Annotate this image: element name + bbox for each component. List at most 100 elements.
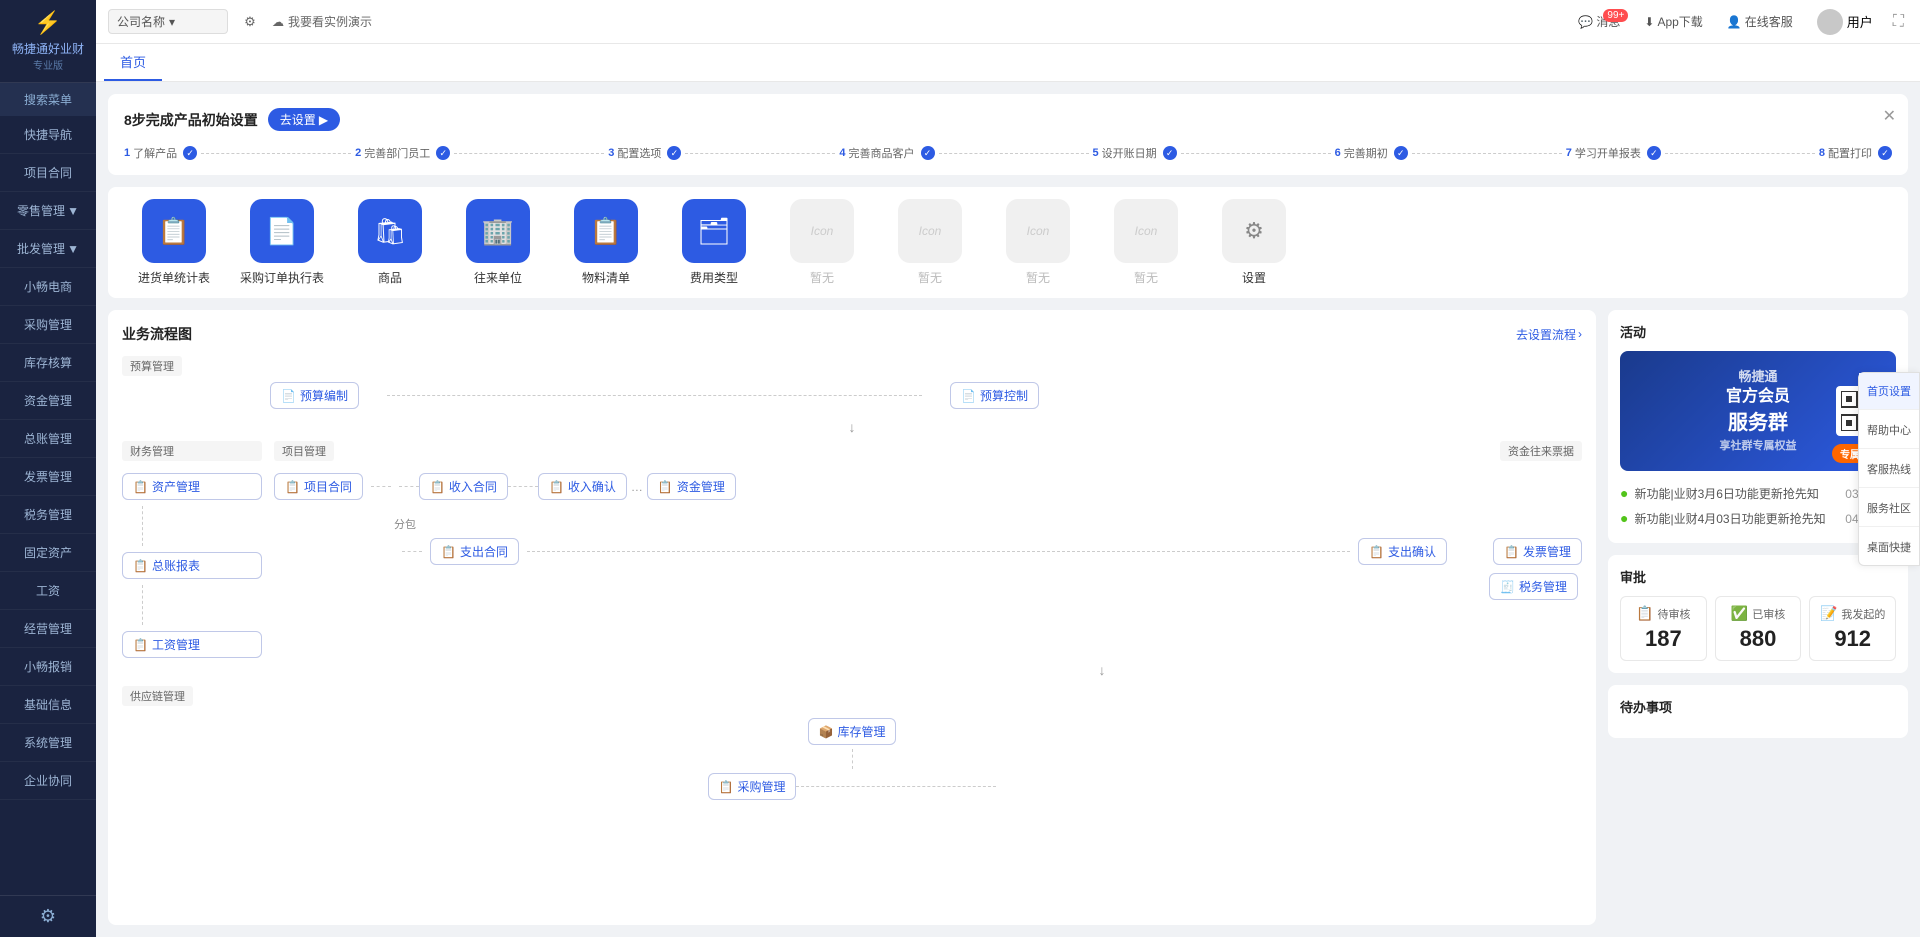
step-5[interactable]: 5 设开账日期 ✓ [1093, 145, 1177, 161]
sidebar-settings-btn[interactable]: ⚙ [0, 895, 96, 937]
approval-stat-done[interactable]: ✅ 已审核 880 [1715, 596, 1802, 661]
step-3[interactable]: 3 配置选项 ✓ [608, 145, 681, 161]
app-download-btn[interactable]: ⬇ App下载 [1636, 9, 1710, 34]
right-quick-help[interactable]: 帮助中心 [1859, 412, 1919, 449]
budget-control-node[interactable]: 📄 预算控制 [950, 382, 1039, 409]
expense-confirm-node[interactable]: 📋 支出确认 [1358, 538, 1447, 565]
right-quick-home-settings[interactable]: 首页设置 [1859, 373, 1919, 410]
sidebar-item-fund[interactable]: 资金管理 [0, 382, 96, 420]
asset-mgmt-node[interactable]: 📋 资产管理 [122, 473, 262, 500]
sidebar-item-quick-nav[interactable]: 快捷导航 [0, 116, 96, 154]
topbar: 公司名称 ▾ ⚙ ☁ 我要看实例演示 💬 消息 99+ ⬇ App下载 👤 在线… [96, 0, 1920, 44]
activity-banner: 畅捷通 官方会员服务群 享社群专属权益 [1620, 351, 1896, 471]
message-btn[interactable]: 💬 消息 99+ [1570, 9, 1628, 34]
empty-icon-4: Icon [1114, 199, 1178, 263]
ledger-report-node[interactable]: 📋 总账报表 [122, 552, 262, 579]
pending-label: 待审核 [1658, 606, 1691, 622]
purchase-mgmt-node[interactable]: 📋 采购管理 [708, 773, 797, 800]
po-exec-icon: 📄 [250, 199, 314, 263]
app-subtitle: 专业版 [33, 57, 63, 72]
empty-label-2: 暂无 [918, 269, 942, 286]
quick-icon-contacts[interactable]: 🏢 往来单位 [448, 199, 548, 286]
stock-mgmt-node[interactable]: 📦 库存管理 [808, 718, 897, 745]
sidebar-item-expense[interactable]: 小畅报销 [0, 648, 96, 686]
right-quick-panel: 首页设置 帮助中心 客服热线 服务社区 桌面快捷 [1858, 372, 1920, 566]
budget-label: 预算管理 [122, 356, 182, 376]
sidebar-item-retail[interactable]: 零售管理 ▼ [0, 192, 96, 230]
quick-icon-purchase-stats[interactable]: 📋 进货单统计表 [124, 199, 224, 286]
right-quick-community[interactable]: 服务社区 [1859, 490, 1919, 527]
sidebar-label: 固定资产 [24, 546, 72, 560]
invoice-mgmt-node[interactable]: 📋 发票管理 [1493, 538, 1582, 565]
quick-icon-expense-type[interactable]: 🗂 费用类型 [664, 199, 764, 286]
approval-stat-mine[interactable]: 📝 我发起的 912 [1809, 596, 1896, 661]
sidebar-item-project[interactable]: 项目合同 [0, 154, 96, 192]
quick-icon-empty-3[interactable]: Icon 暂无 [988, 199, 1088, 286]
income-contract-node[interactable]: 📋 收入合同 [419, 473, 508, 500]
sidebar-item-payroll[interactable]: 工资 [0, 572, 96, 610]
sidebar-item-tax[interactable]: 税务管理 [0, 496, 96, 534]
news-item-2[interactable]: ● 新功能|业财4月03日功能更新抢先知 04月03日 [1620, 506, 1896, 531]
tab-home[interactable]: 首页 [104, 44, 162, 81]
demo-link[interactable]: ☁ 我要看实例演示 [272, 13, 372, 30]
quick-icon-empty-4[interactable]: Icon 暂无 [1096, 199, 1196, 286]
sidebar-item-ecommerce[interactable]: 小畅电商 [0, 268, 96, 306]
user-menu[interactable]: 用户 [1809, 5, 1881, 39]
sidebar-item-inventory[interactable]: 库存核算 [0, 344, 96, 382]
mine-icon: 📝 [1820, 605, 1837, 622]
expand-icon[interactable]: ⛶ [1889, 13, 1908, 31]
expense-icon: 📋 [441, 545, 456, 559]
sidebar-item-enterprise[interactable]: 企业协同 [0, 762, 96, 800]
banner-line2: 官方会员服务群 [1720, 386, 1797, 436]
quick-icon-empty-1[interactable]: Icon 暂无 [772, 199, 872, 286]
sidebar-item-system[interactable]: 系统管理 [0, 724, 96, 762]
quick-icon-po-exec[interactable]: 📄 采购订单执行表 [232, 199, 332, 286]
main-wrapper: 公司名称 ▾ ⚙ ☁ 我要看实例演示 💬 消息 99+ ⬇ App下载 👤 在线… [96, 0, 1920, 937]
two-col-section: 业务流程图 去设置流程 › 预算管理 [108, 310, 1908, 925]
quick-icon-bom[interactable]: 📋 物料清单 [556, 199, 656, 286]
step-4[interactable]: 4 完善商品客户 ✓ [839, 145, 934, 161]
step-8[interactable]: 8 配置打印 ✓ [1819, 145, 1892, 161]
content-area: 8步完成产品初始设置 去设置 ▶ 1 了解产品 ✓ 2 完善部门 [96, 82, 1920, 937]
sidebar-item-wholesale[interactable]: 批发管理 ▼ [0, 230, 96, 268]
sidebar-item-assets[interactable]: 固定资产 [0, 534, 96, 572]
project-contract-node[interactable]: 📋 项目合同 [274, 473, 363, 500]
supply-section: 供应链管理 📦 库存管理 📋 采购管理 [122, 686, 1582, 808]
company-selector[interactable]: 公司名称 ▾ [108, 9, 228, 34]
expense-contract-node[interactable]: 📋 支出合同 [430, 538, 519, 565]
settings-label: 设置 [1242, 269, 1266, 286]
flow-config-link[interactable]: 去设置流程 › [1516, 326, 1582, 343]
setup-go-btn[interactable]: 去设置 ▶ [268, 108, 340, 131]
news-text-2: 新功能|业财4月03日功能更新抢先知 [1634, 510, 1839, 527]
capital-mgmt-node[interactable]: 📋 资金管理 [647, 473, 736, 500]
step-2[interactable]: 2 完善部门员工 ✓ [355, 145, 450, 161]
news-item-1[interactable]: ● 新功能|业财3月6日功能更新抢先知 03月06日 [1620, 481, 1896, 506]
sidebar-label: 发票管理 [24, 470, 72, 484]
step-1[interactable]: 1 了解产品 ✓ [124, 145, 197, 161]
approval-card: 审批 📋 待审核 187 ✅ [1608, 555, 1908, 673]
step-7[interactable]: 7 学习开单报表 ✓ [1566, 145, 1661, 161]
sidebar-item-invoice[interactable]: 发票管理 [0, 458, 96, 496]
sidebar-item-basic[interactable]: 基础信息 [0, 686, 96, 724]
quick-icon-settings[interactable]: ⚙ 设置 [1204, 199, 1304, 286]
sidebar-label: 基础信息 [24, 698, 72, 712]
quick-icon-empty-2[interactable]: Icon 暂无 [880, 199, 980, 286]
quick-icon-goods[interactable]: 🛍 商品 [340, 199, 440, 286]
online-service-label: 在线客服 [1745, 13, 1793, 30]
right-quick-desktop[interactable]: 桌面快捷 [1859, 529, 1919, 565]
topbar-settings-btn[interactable]: ⚙ [236, 8, 264, 36]
online-service-btn[interactable]: 👤 在线客服 [1719, 9, 1801, 34]
sidebar-item-mgmt[interactable]: 经营管理 [0, 610, 96, 648]
approval-stat-pending[interactable]: 📋 待审核 187 [1620, 596, 1707, 661]
setup-close-btn[interactable]: ✕ [1883, 106, 1896, 126]
right-quick-hotline[interactable]: 客服热线 [1859, 451, 1919, 488]
budget-make-node[interactable]: 📄 预算编制 [270, 382, 359, 409]
sidebar-item-purchase[interactable]: 采购管理 [0, 306, 96, 344]
tab-home-label: 首页 [120, 55, 146, 70]
sidebar-search[interactable]: 搜索菜单 [0, 83, 96, 116]
income-confirm-node[interactable]: 📋 收入确认 [538, 473, 627, 500]
tax-mgmt-node[interactable]: 🧾 税务管理 [1489, 573, 1578, 600]
step-6[interactable]: 6 完善期初 ✓ [1335, 145, 1408, 161]
payroll-mgmt-node[interactable]: 📋 工资管理 [122, 631, 262, 658]
sidebar-item-ledger[interactable]: 总账管理 [0, 420, 96, 458]
